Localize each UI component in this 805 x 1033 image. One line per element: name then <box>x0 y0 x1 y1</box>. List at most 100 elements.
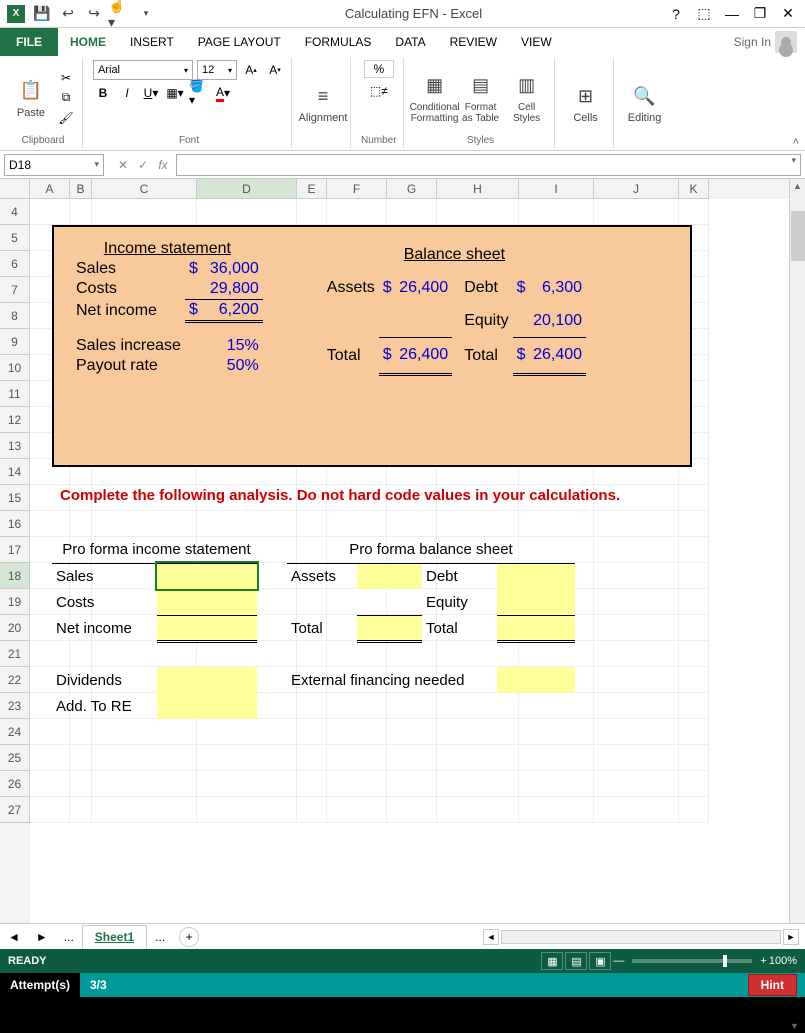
scroll-thumb[interactable] <box>791 211 805 261</box>
colhdr-C[interactable]: C <box>92 179 197 199</box>
percent-button[interactable]: % <box>364 60 394 78</box>
sheet-tab-sheet1[interactable]: Sheet1 <box>82 925 147 948</box>
rowhdr-15[interactable]: 15 <box>0 485 30 511</box>
underline-button[interactable]: U▾ <box>141 84 161 102</box>
rowhdr-6[interactable]: 6 <box>0 251 30 277</box>
cell-styles-button[interactable]: ▥Cell Styles <box>506 72 548 124</box>
tab-file[interactable]: FILE <box>0 28 58 56</box>
fill-color-button[interactable]: 🪣▾ <box>189 84 209 102</box>
rowhdr-8[interactable]: 8 <box>0 303 30 329</box>
cell-J18[interactable] <box>497 563 575 589</box>
alignment-button[interactable]: ≡Alignment <box>302 82 344 124</box>
sheets-more[interactable]: ... <box>56 930 82 944</box>
rowhdr-21[interactable]: 21 <box>0 641 30 667</box>
zoom-in-icon[interactable]: + <box>760 955 766 967</box>
horizontal-scrollbar[interactable] <box>501 930 781 944</box>
cells-area[interactable]: Income statement Sales$ 36,000 Costs29,8… <box>30 199 789 923</box>
vertical-scrollbar[interactable]: ▲ ▼ <box>789 179 805 923</box>
rowhdr-7[interactable]: 7 <box>0 277 30 303</box>
redo-icon[interactable]: ↪ <box>82 3 106 25</box>
rowhdr-14[interactable]: 14 <box>0 459 30 485</box>
cells-button[interactable]: ⊞Cells <box>565 82 607 124</box>
colhdr-E[interactable]: E <box>297 179 327 199</box>
rowhdr-16[interactable]: 16 <box>0 511 30 537</box>
colhdr-J[interactable]: J <box>594 179 679 199</box>
cell-D22[interactable] <box>157 667 257 693</box>
colhdr-H[interactable]: H <box>437 179 519 199</box>
bold-button[interactable]: B <box>93 84 113 102</box>
cancel-formula-icon[interactable]: ✕ <box>114 158 132 172</box>
font-size-select[interactable]: 12▾ <box>197 60 237 80</box>
close-icon[interactable]: ✕ <box>777 5 799 22</box>
add-sheet-button[interactable]: + <box>179 927 199 947</box>
cell-J20[interactable] <box>497 615 575 641</box>
hscroll-left-icon[interactable]: ◄ <box>483 929 499 945</box>
colhdr-A[interactable]: A <box>30 179 70 199</box>
rowhdr-17[interactable]: 17 <box>0 537 30 563</box>
colhdr-I[interactable]: I <box>519 179 594 199</box>
hint-button[interactable]: Hint <box>748 974 797 996</box>
tab-view[interactable]: VIEW <box>509 28 564 56</box>
tab-data[interactable]: DATA <box>383 28 437 56</box>
colhdr-B[interactable]: B <box>70 179 92 199</box>
format-painter-icon[interactable]: 🖌 <box>56 109 76 127</box>
rowhdr-11[interactable]: 11 <box>0 381 30 407</box>
scroll-up-icon[interactable]: ▲ <box>790 179 805 193</box>
colhdr-D[interactable]: D <box>197 179 297 199</box>
rowhdr-5[interactable]: 5 <box>0 225 30 251</box>
rowhdr-10[interactable]: 10 <box>0 355 30 381</box>
tab-formulas[interactable]: FORMULAS <box>293 28 384 56</box>
ribbon-collapse-icon[interactable]: ˄ <box>793 136 799 148</box>
paste-button[interactable]: 📋Paste <box>10 77 52 119</box>
cut-icon[interactable]: ✂ <box>56 69 76 87</box>
minimize-icon[interactable]: — <box>721 6 743 22</box>
excel-app-icon[interactable]: X <box>4 3 28 25</box>
cell-D19[interactable] <box>157 589 257 615</box>
zoom-out-icon[interactable]: — <box>613 955 624 967</box>
rowhdr-23[interactable]: 23 <box>0 693 30 719</box>
number-format-icon[interactable]: ⬚≠ <box>369 82 389 100</box>
rowhdr-13[interactable]: 13 <box>0 433 30 459</box>
save-icon[interactable]: 💾 <box>30 3 54 25</box>
rowhdr-24[interactable]: 24 <box>0 719 30 745</box>
rowhdr-22[interactable]: 22 <box>0 667 30 693</box>
font-color-button[interactable]: A▾ <box>213 84 233 102</box>
sheet-nav-prev-icon[interactable]: ◄ <box>0 930 28 944</box>
zoom-level[interactable]: 100% <box>769 955 797 967</box>
rowhdr-19[interactable]: 19 <box>0 589 30 615</box>
cell-D23[interactable] <box>157 693 257 719</box>
copy-icon[interactable]: ⧉ <box>56 89 76 107</box>
rowhdr-26[interactable]: 26 <box>0 771 30 797</box>
cell-G18[interactable] <box>357 563 422 589</box>
rowhdr-27[interactable]: 27 <box>0 797 30 823</box>
enter-formula-icon[interactable]: ✓ <box>134 158 152 172</box>
cell-G20[interactable] <box>357 615 422 641</box>
view-page-break-icon[interactable]: ▣ <box>589 952 611 970</box>
shrink-font-icon[interactable]: A▾ <box>265 61 285 79</box>
zoom-slider[interactable] <box>632 959 752 963</box>
rowhdr-9[interactable]: 9 <box>0 329 30 355</box>
editing-button[interactable]: 🔍Editing <box>624 82 666 124</box>
name-box[interactable]: D18▾ <box>4 154 104 176</box>
cell-D20[interactable] <box>157 615 257 641</box>
colhdr-K[interactable]: K <box>679 179 709 199</box>
fx-icon[interactable]: fx <box>154 158 172 172</box>
rowhdr-4[interactable]: 4 <box>0 199 30 225</box>
qat-customize-icon[interactable]: ▾ <box>134 3 158 25</box>
cell-J22[interactable] <box>497 667 575 693</box>
sign-in[interactable]: Sign In <box>726 28 805 56</box>
grow-font-icon[interactable]: A▴ <box>241 61 261 79</box>
formula-input[interactable]: ▾ <box>176 154 801 176</box>
rowhdr-12[interactable]: 12 <box>0 407 30 433</box>
maximize-icon[interactable]: ❐ <box>749 5 771 22</box>
conditional-formatting-button[interactable]: ▦Conditional Formatting <box>414 72 456 124</box>
tab-home[interactable]: HOME <box>58 28 118 56</box>
font-name-select[interactable]: Arial▾ <box>93 60 193 80</box>
colhdr-G[interactable]: G <box>387 179 437 199</box>
cell-J19[interactable] <box>497 589 575 615</box>
tab-page-layout[interactable]: PAGE LAYOUT <box>186 28 293 56</box>
select-all-corner[interactable] <box>0 179 30 199</box>
cell-D18[interactable] <box>157 563 257 589</box>
rowhdr-25[interactable]: 25 <box>0 745 30 771</box>
undo-icon[interactable]: ↩ <box>56 3 80 25</box>
